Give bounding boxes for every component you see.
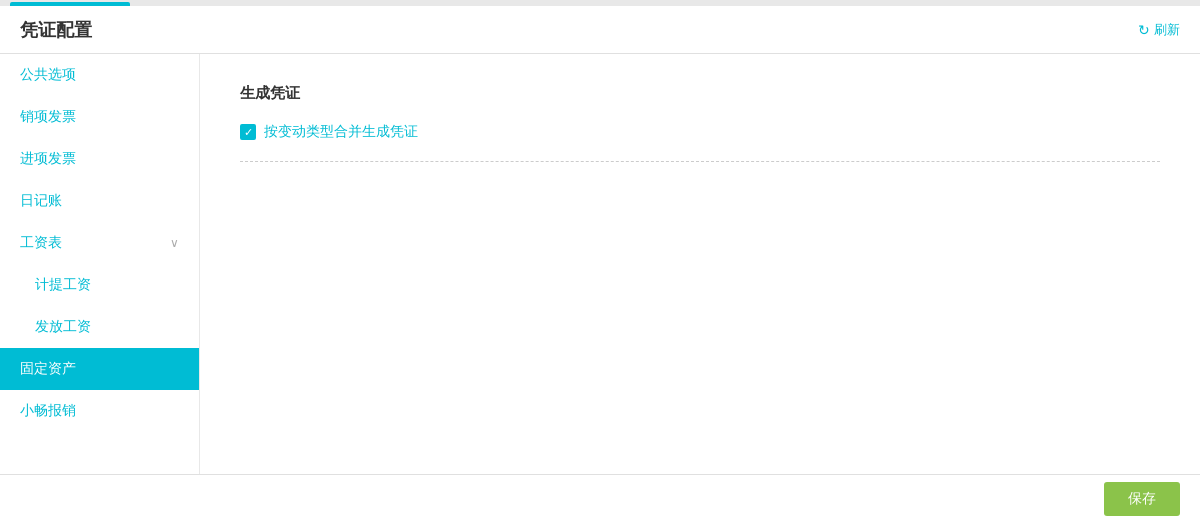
sidebar-item-label: 小畅报销 — [20, 402, 76, 420]
sidebar-item-label: 固定资产 — [20, 360, 76, 378]
sidebar: 公共选项销项发票进项发票日记账工资表 ∨ 计提工资发放工资固定资产小畅报销 — [0, 54, 200, 474]
sidebar-item-pay-wage[interactable]: 发放工资 — [0, 306, 199, 348]
sidebar-item-public-options[interactable]: 公共选项 — [0, 54, 199, 96]
sidebar-item-label: 销项发票 — [20, 108, 76, 126]
refresh-button[interactable]: ↻ 刷新 — [1138, 21, 1180, 39]
sidebar-item-label: 发放工资 — [35, 318, 91, 336]
page-header: 凭证配置 ↻ 刷新 — [0, 6, 1200, 54]
chevron-down-icon: ∨ — [170, 236, 179, 250]
section-divider — [240, 161, 1160, 162]
merge-checkbox[interactable] — [240, 124, 256, 140]
sidebar-item-purchase-invoice[interactable]: 进项发票 — [0, 138, 199, 180]
page-title: 凭证配置 — [20, 18, 92, 42]
section-title: 生成凭证 — [240, 84, 1160, 103]
refresh-icon: ↻ — [1138, 22, 1150, 38]
sidebar-item-journal[interactable]: 日记账 — [0, 180, 199, 222]
merge-checkbox-label[interactable]: 按变动类型合并生成凭证 — [264, 123, 418, 141]
page-wrapper: 凭证配置 ↻ 刷新 公共选项销项发票进项发票日记账工资表 ∨ 计提工资发放工资固定资… — [0, 0, 1200, 522]
sidebar-item-sales-invoice[interactable]: 销项发票 — [0, 96, 199, 138]
sidebar-item-label: 进项发票 — [20, 150, 76, 168]
sidebar-item-payroll[interactable]: 工资表 ∨ — [0, 222, 199, 264]
sidebar-item-label: 工资表 — [20, 234, 62, 252]
sidebar-item-calc-wage[interactable]: 计提工资 — [0, 264, 199, 306]
sidebar-item-fixed-assets[interactable]: 固定资产 — [0, 348, 199, 390]
save-button[interactable]: 保存 — [1104, 482, 1180, 516]
main-layout: 公共选项销项发票进项发票日记账工资表 ∨ 计提工资发放工资固定资产小畅报销 生成凭证… — [0, 54, 1200, 474]
sidebar-item-label: 日记账 — [20, 192, 62, 210]
sidebar-item-petty-cash[interactable]: 小畅报销 — [0, 390, 199, 432]
checkbox-row: 按变动类型合并生成凭证 — [240, 123, 1160, 141]
sidebar-item-label: 公共选项 — [20, 66, 76, 84]
page-footer: 保存 — [0, 474, 1200, 522]
content-area: 生成凭证 按变动类型合并生成凭证 — [200, 54, 1200, 474]
refresh-label: 刷新 — [1154, 21, 1180, 39]
sidebar-item-label: 计提工资 — [35, 276, 91, 294]
